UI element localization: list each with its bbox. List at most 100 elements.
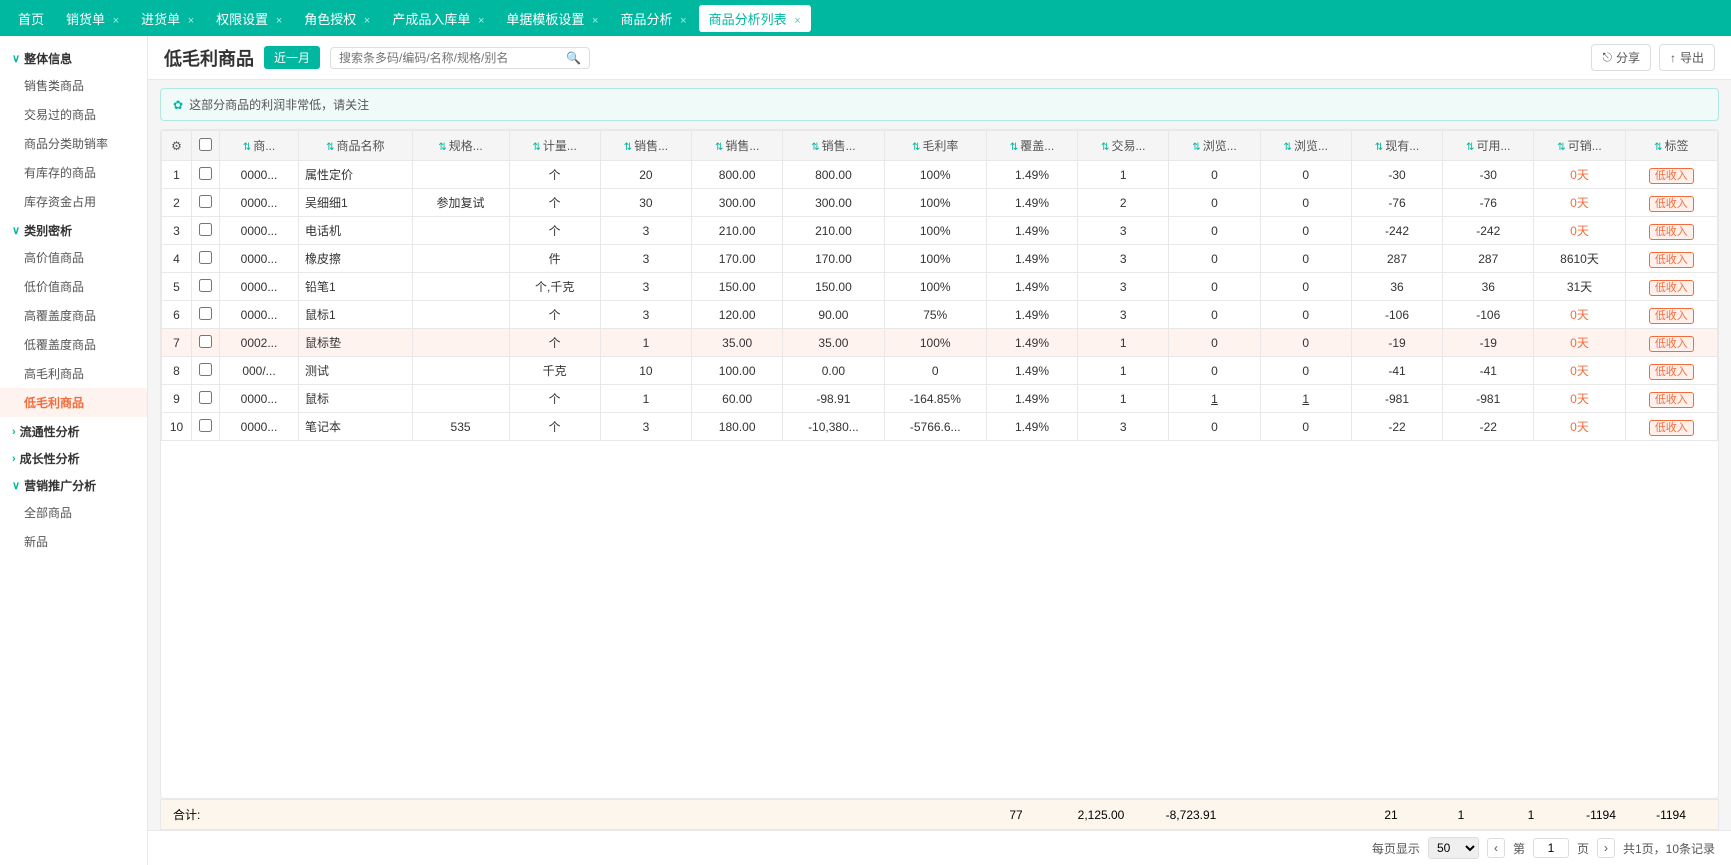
sidebar-item-high-coverage[interactable]: 高覆盖度商品: [0, 301, 147, 330]
close-product-entry-icon[interactable]: ×: [478, 15, 484, 27]
sidebar-item-new-products[interactable]: 新品: [0, 527, 147, 556]
page-size-select[interactable]: 50 100 200: [1428, 837, 1479, 859]
sidebar-group-marketing[interactable]: ∨ 营销推广分析: [0, 471, 147, 498]
data-table-container[interactable]: ⚙ ⇅商... ⇅商品名称 ⇅规格... ⇅计量... ⇅销售... ⇅销售..…: [160, 129, 1719, 799]
cell-checkbox[interactable]: [192, 413, 220, 441]
sidebar-item-traded[interactable]: 交易过的商品: [0, 100, 147, 129]
row-checkbox[interactable]: [199, 335, 212, 348]
nav-home[interactable]: 首页: [8, 5, 54, 32]
col-gross-rate[interactable]: ⇅毛利率: [884, 131, 986, 161]
sidebar-item-low-value[interactable]: 低价值商品: [0, 272, 147, 301]
row-checkbox[interactable]: [199, 307, 212, 320]
search-input[interactable]: [339, 51, 566, 65]
row-checkbox[interactable]: [199, 167, 212, 180]
col-checkbox-header[interactable]: [192, 131, 220, 161]
sidebar-group-overall[interactable]: ∨ 整体信息: [0, 44, 147, 71]
row-checkbox[interactable]: [199, 391, 212, 404]
browse1-link[interactable]: 1: [1211, 392, 1218, 406]
cell-checkbox[interactable]: [192, 329, 220, 357]
col-name[interactable]: ⇅商品名称: [299, 131, 413, 161]
row-checkbox[interactable]: [199, 195, 212, 208]
close-purchase-icon[interactable]: ×: [188, 15, 194, 27]
share-icon: ⎋: [1602, 50, 1612, 65]
close-roles-icon[interactable]: ×: [364, 15, 370, 27]
col-coverage[interactable]: ⇅覆盖...: [986, 131, 1077, 161]
share-button[interactable]: ⎋ 分享: [1591, 44, 1651, 71]
cell-checkbox[interactable]: [192, 189, 220, 217]
close-sales-icon[interactable]: ×: [113, 15, 119, 27]
cell-sales2: 35.00: [692, 329, 783, 357]
collapse-overall-icon[interactable]: ∨: [12, 52, 20, 65]
nav-permissions[interactable]: 权限设置 ×: [206, 5, 292, 32]
sidebar-item-all-products[interactable]: 全部商品: [0, 498, 147, 527]
settings-icon[interactable]: ⚙: [171, 139, 182, 153]
browse2-link[interactable]: 1: [1302, 392, 1309, 406]
nav-product-entry[interactable]: 产成品入库单 ×: [382, 5, 494, 32]
col-sales1[interactable]: ⇅销售...: [600, 131, 691, 161]
next-page-button[interactable]: ›: [1597, 838, 1615, 858]
sidebar-item-high-value[interactable]: 高价值商品: [0, 243, 147, 272]
sidebar-group-growth[interactable]: › 成长性分析: [0, 444, 147, 471]
close-template-icon[interactable]: ×: [592, 15, 598, 27]
cell-sales3: -98.91: [783, 385, 884, 413]
cell-checkbox[interactable]: [192, 357, 220, 385]
sidebar-group-category[interactable]: ∨ 类别密析: [0, 216, 147, 243]
collapse-marketing-icon[interactable]: ∨: [12, 479, 20, 492]
filter-button[interactable]: 近一月: [264, 46, 320, 69]
cell-code: 0000...: [220, 189, 299, 217]
nav-purchase[interactable]: 进货单 ×: [131, 5, 204, 32]
close-analysis-icon[interactable]: ×: [680, 15, 686, 27]
col-sales2[interactable]: ⇅销售...: [692, 131, 783, 161]
col-sales3[interactable]: ⇅销售...: [783, 131, 884, 161]
sidebar-item-stock-funds[interactable]: 库存资金占用: [0, 187, 147, 216]
col-unit[interactable]: ⇅计量...: [509, 131, 600, 161]
cell-index: 1: [162, 161, 192, 189]
nav-sales[interactable]: 销货单 ×: [56, 5, 129, 32]
cell-coverage: 1.49%: [986, 217, 1077, 245]
search-box[interactable]: 🔍: [330, 47, 590, 69]
sidebar-item-in-stock[interactable]: 有库存的商品: [0, 158, 147, 187]
cell-current: -242: [1351, 217, 1442, 245]
collapse-circulation-icon[interactable]: ›: [12, 426, 16, 438]
col-tag[interactable]: ⇅标签: [1625, 131, 1717, 161]
search-icon[interactable]: 🔍: [566, 51, 581, 65]
sidebar-item-low-coverage[interactable]: 低覆盖度商品: [0, 330, 147, 359]
page-number-input[interactable]: [1533, 838, 1569, 858]
row-checkbox[interactable]: [199, 279, 212, 292]
col-current[interactable]: ⇅现有...: [1351, 131, 1442, 161]
collapse-category-icon[interactable]: ∨: [12, 224, 20, 237]
row-checkbox[interactable]: [199, 363, 212, 376]
nav-analysis-list[interactable]: 商品分析列表 ×: [699, 5, 811, 32]
col-spec[interactable]: ⇅规格...: [412, 131, 509, 161]
cell-checkbox[interactable]: [192, 273, 220, 301]
prev-page-button[interactable]: ‹: [1487, 838, 1505, 858]
row-checkbox[interactable]: [199, 251, 212, 264]
cell-checkbox[interactable]: [192, 385, 220, 413]
col-browse2[interactable]: ⇅浏览...: [1260, 131, 1351, 161]
close-analysis-list-icon[interactable]: ×: [794, 15, 800, 27]
export-button[interactable]: ↑ 导出: [1659, 44, 1715, 71]
col-transaction[interactable]: ⇅交易...: [1078, 131, 1169, 161]
select-all-checkbox[interactable]: [199, 138, 212, 151]
nav-roles[interactable]: 角色授权 ×: [294, 5, 380, 32]
collapse-growth-icon[interactable]: ›: [12, 453, 16, 465]
row-checkbox[interactable]: [199, 223, 212, 236]
col-sellable[interactable]: ⇅可销...: [1534, 131, 1625, 161]
row-checkbox[interactable]: [199, 419, 212, 432]
nav-product-analysis[interactable]: 商品分析 ×: [610, 5, 696, 32]
cell-checkbox[interactable]: [192, 301, 220, 329]
close-permissions-icon[interactable]: ×: [276, 15, 282, 27]
col-code[interactable]: ⇅商...: [220, 131, 299, 161]
col-settings[interactable]: ⚙: [162, 131, 192, 161]
sidebar-group-circulation[interactable]: › 流通性分析: [0, 417, 147, 444]
sidebar-item-high-margin[interactable]: 高毛利商品: [0, 359, 147, 388]
cell-checkbox[interactable]: [192, 217, 220, 245]
col-browse1[interactable]: ⇅浏览...: [1169, 131, 1260, 161]
sidebar-item-sales-products[interactable]: 销售类商品: [0, 71, 147, 100]
sidebar-item-low-margin[interactable]: 低毛利商品: [0, 388, 147, 417]
col-available[interactable]: ⇅可用...: [1443, 131, 1534, 161]
sidebar-item-category-rate[interactable]: 商品分类助销率: [0, 129, 147, 158]
cell-checkbox[interactable]: [192, 245, 220, 273]
cell-checkbox[interactable]: [192, 161, 220, 189]
nav-template[interactable]: 单据模板设置 ×: [496, 5, 608, 32]
